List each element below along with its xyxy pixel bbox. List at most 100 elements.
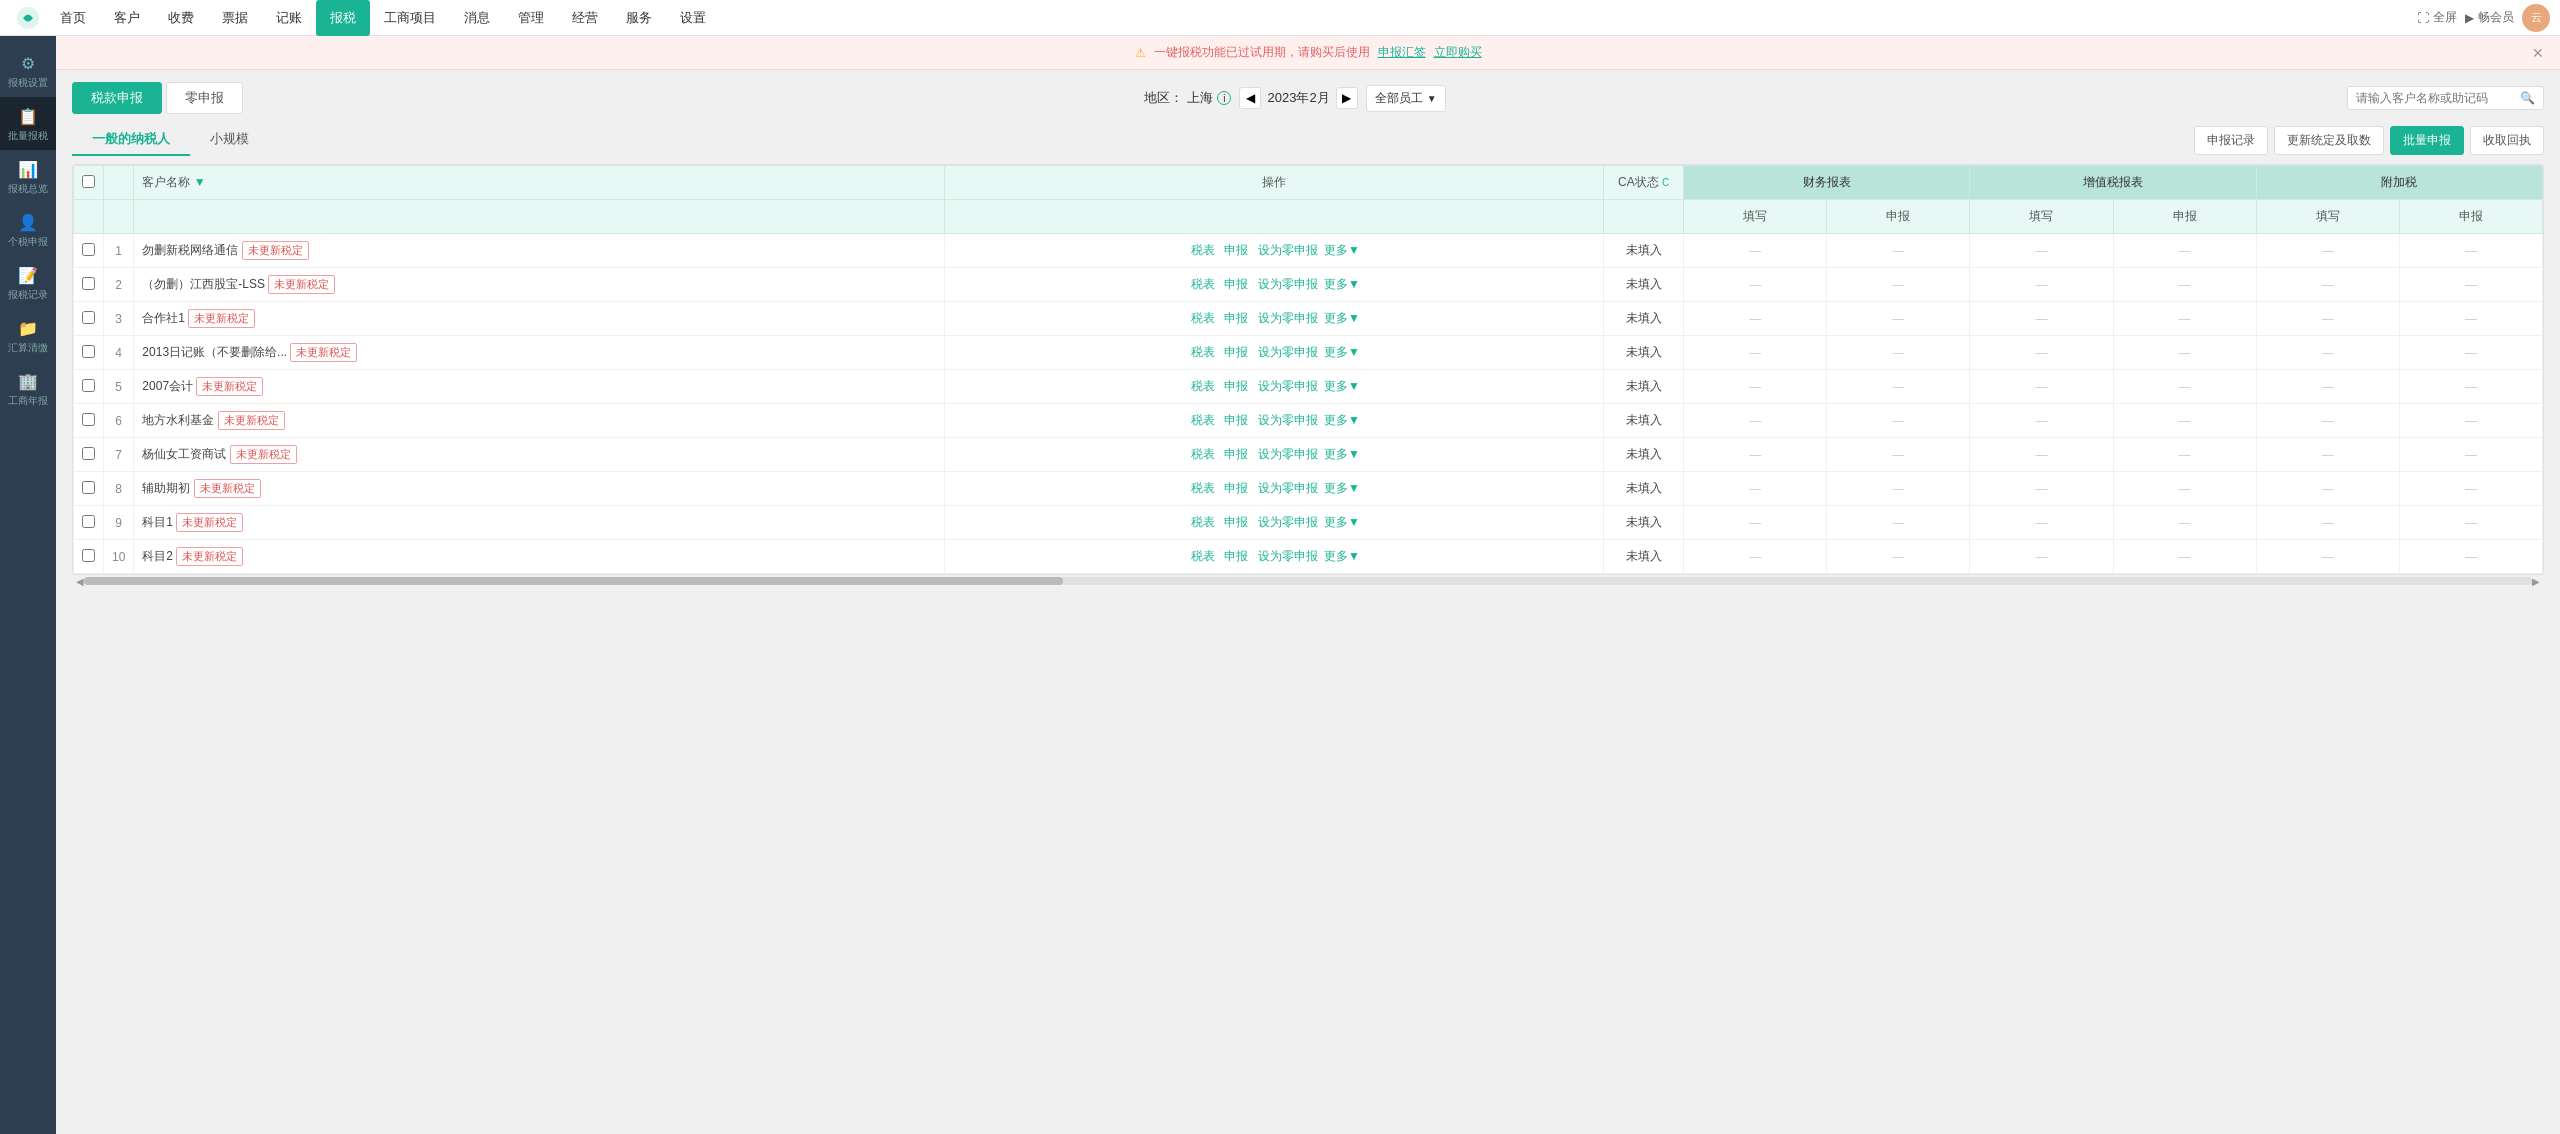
search-input[interactable] [2356, 91, 2516, 105]
op-zero-declare[interactable]: 设为零申报 [1258, 515, 1318, 529]
top-nav-item-服务[interactable]: 服务 [612, 0, 666, 36]
top-nav-item-消息[interactable]: 消息 [450, 0, 504, 36]
scroll-thumb[interactable] [84, 577, 1063, 585]
sidebar-item-个税申报[interactable]: 👤个税申报 [0, 203, 56, 256]
op-more[interactable]: 更多▼ [1324, 481, 1360, 495]
op-tax-table[interactable]: 税表 [1191, 515, 1215, 529]
op-more[interactable]: 更多▼ [1324, 515, 1360, 529]
top-nav-item-经营[interactable]: 经营 [558, 0, 612, 36]
action-btn-更新统定及取数[interactable]: 更新统定及取数 [2274, 126, 2384, 155]
op-more[interactable]: 更多▼ [1324, 447, 1360, 461]
op-more[interactable]: 更多▼ [1324, 549, 1360, 563]
op-declare[interactable]: 申报 [1224, 447, 1248, 461]
top-nav-item-设置[interactable]: 设置 [666, 0, 720, 36]
top-nav-item-管理[interactable]: 管理 [504, 0, 558, 36]
op-zero-declare[interactable]: 设为零申报 [1258, 413, 1318, 427]
top-nav-item-首页[interactable]: 首页 [46, 0, 100, 36]
op-zero-declare[interactable]: 设为零申报 [1258, 481, 1318, 495]
action-btn-收取回执[interactable]: 收取回执 [2470, 126, 2544, 155]
main-tabs: 税款申报零申报 [72, 82, 243, 114]
row-tax-fill: — [1970, 234, 2113, 268]
row-checkbox[interactable] [74, 370, 104, 404]
op-more[interactable]: 更多▼ [1324, 413, 1360, 427]
fullscreen-button[interactable]: ⛶ 全屏 [2417, 9, 2457, 26]
tab-零申报[interactable]: 零申报 [166, 82, 243, 114]
member-button[interactable]: ▶ 畅会员 [2465, 9, 2514, 26]
top-nav-item-记账[interactable]: 记账 [262, 0, 316, 36]
op-zero-declare[interactable]: 设为零申报 [1258, 311, 1318, 325]
op-zero-declare[interactable]: 设为零申报 [1258, 243, 1318, 257]
horizontal-scrollbar[interactable]: ◀ ▶ [72, 575, 2544, 587]
banner-close-button[interactable]: ✕ [2532, 45, 2544, 61]
row-checkbox[interactable] [74, 234, 104, 268]
row-checkbox[interactable] [74, 268, 104, 302]
scroll-left-btn[interactable]: ◀ [76, 576, 84, 587]
op-zero-declare[interactable]: 设为零申报 [1258, 379, 1318, 393]
sort-icon[interactable]: ▼ [194, 175, 206, 189]
action-btn-批量申报[interactable]: 批量申报 [2390, 126, 2464, 155]
sidebar-item-报税设置[interactable]: ⚙报税设置 [0, 44, 56, 97]
op-declare[interactable]: 申报 [1224, 413, 1248, 427]
sidebar-item-汇算清缴[interactable]: 📁汇算清缴 [0, 309, 56, 362]
op-declare[interactable]: 申报 [1224, 515, 1248, 529]
op-tax-table[interactable]: 税表 [1191, 413, 1215, 427]
op-more[interactable]: 更多▼ [1324, 311, 1360, 325]
sidebar-item-报税记录[interactable]: 📝报税记录 [0, 256, 56, 309]
tab-税款申报[interactable]: 税款申报 [72, 82, 162, 114]
op-tax-table[interactable]: 税表 [1191, 549, 1215, 563]
top-nav-item-工商项目[interactable]: 工商项目 [370, 0, 450, 36]
op-zero-declare[interactable]: 设为零申报 [1258, 277, 1318, 291]
region-info-icon[interactable]: i [1217, 91, 1231, 105]
op-more[interactable]: 更多▼ [1324, 345, 1360, 359]
top-nav-item-收费[interactable]: 收费 [154, 0, 208, 36]
row-tax-declare: — [2113, 472, 2256, 506]
op-tax-table[interactable]: 税表 [1191, 311, 1215, 325]
op-more[interactable]: 更多▼ [1324, 243, 1360, 257]
op-declare[interactable]: 申报 [1224, 549, 1248, 563]
avatar[interactable]: 云 [2522, 4, 2550, 32]
op-declare[interactable]: 申报 [1224, 345, 1248, 359]
op-tax-table[interactable]: 税表 [1191, 481, 1215, 495]
row-fin-fill: — [1684, 472, 1827, 506]
op-zero-declare[interactable]: 设为零申报 [1258, 549, 1318, 563]
row-checkbox[interactable] [74, 404, 104, 438]
row-checkbox[interactable] [74, 336, 104, 370]
row-checkbox[interactable] [74, 472, 104, 506]
date-prev-button[interactable]: ◀ [1239, 87, 1261, 109]
op-declare[interactable]: 申报 [1224, 311, 1248, 325]
op-tax-table[interactable]: 税表 [1191, 345, 1215, 359]
search-icon[interactable]: 🔍 [2520, 91, 2535, 105]
op-zero-declare[interactable]: 设为零申报 [1258, 447, 1318, 461]
sidebar-item-工商年报[interactable]: 🏢工商年报 [0, 362, 56, 415]
row-checkbox[interactable] [74, 438, 104, 472]
banner-link-report[interactable]: 申报汇签 [1378, 44, 1426, 61]
date-next-button[interactable]: ▶ [1336, 87, 1358, 109]
action-btn-申报记录[interactable]: 申报记录 [2194, 126, 2268, 155]
row-checkbox[interactable] [74, 506, 104, 540]
top-nav-item-票据[interactable]: 票据 [208, 0, 262, 36]
sidebar-item-报税总览[interactable]: 📊报税总览 [0, 150, 56, 203]
op-tax-table[interactable]: 税表 [1191, 243, 1215, 257]
op-more[interactable]: 更多▼ [1324, 379, 1360, 393]
op-tax-table[interactable]: 税表 [1191, 447, 1215, 461]
row-checkbox[interactable] [74, 540, 104, 574]
staff-selector[interactable]: 全部员工 ▼ [1366, 85, 1446, 112]
op-zero-declare[interactable]: 设为零申报 [1258, 345, 1318, 359]
sub-tab-小规模[interactable]: 小规模 [190, 124, 269, 156]
op-declare[interactable]: 申报 [1224, 277, 1248, 291]
banner-link-buy[interactable]: 立即购买 [1434, 44, 1482, 61]
op-declare[interactable]: 申报 [1224, 243, 1248, 257]
scroll-right-btn[interactable]: ▶ [2532, 576, 2540, 587]
top-nav-item-客户[interactable]: 客户 [100, 0, 154, 36]
op-tax-table[interactable]: 税表 [1191, 277, 1215, 291]
row-operations: 税表 申报 设为零申报 更多▼ [944, 370, 1604, 404]
top-nav-item-报税[interactable]: 报税 [316, 0, 370, 36]
row-checkbox[interactable] [74, 302, 104, 336]
op-declare[interactable]: 申报 [1224, 481, 1248, 495]
op-declare[interactable]: 申报 [1224, 379, 1248, 393]
op-tax-table[interactable]: 税表 [1191, 379, 1215, 393]
op-more[interactable]: 更多▼ [1324, 277, 1360, 291]
select-all-checkbox[interactable] [82, 175, 95, 188]
sub-tab-一般的纳税人[interactable]: 一般的纳税人 [72, 124, 190, 156]
sidebar-item-批量报税[interactable]: 📋批量报税 [0, 97, 56, 150]
